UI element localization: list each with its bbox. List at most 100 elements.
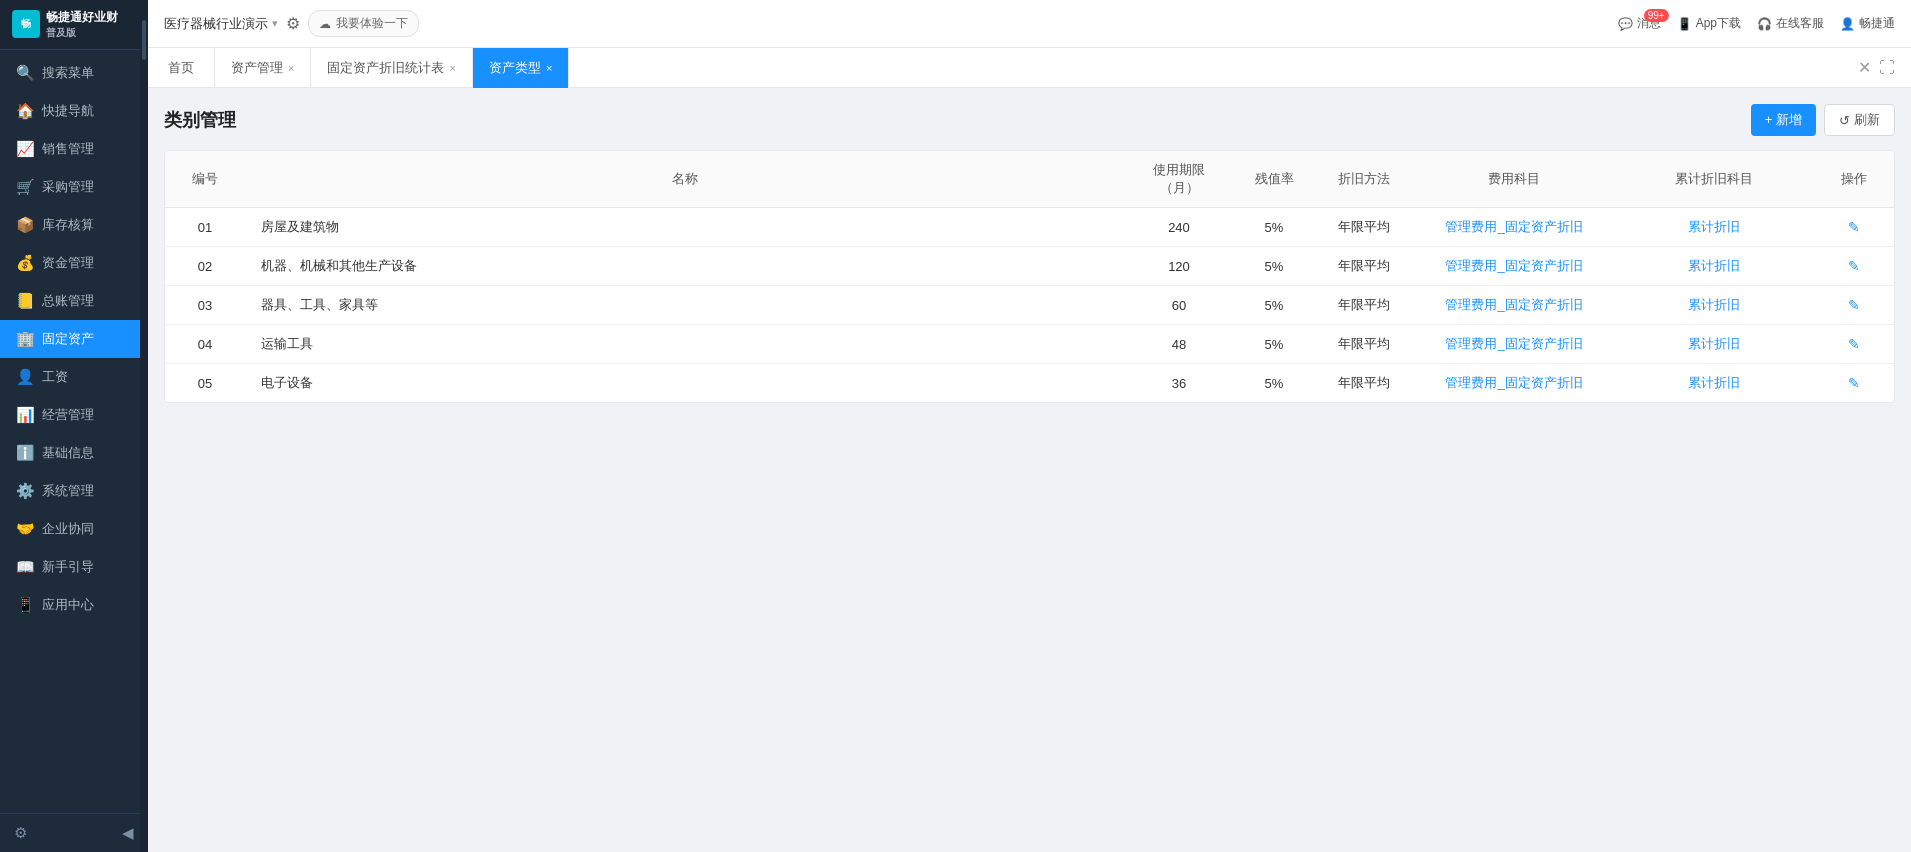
table-header-row: 编号 名称 使用期限（月） 残值率 折旧方法 费用科目 累计折旧科目 操作 [165,151,1894,208]
cell-num: 01 [165,208,245,247]
cell-fee-subject: 管理费用_固定资产折旧 [1414,286,1614,325]
cell-action: ✎ [1814,364,1894,403]
online-support-button[interactable]: 🎧 在线客服 [1757,15,1824,32]
tutorial-icon: 📖 [16,558,34,576]
sidebar-item-enterprise[interactable]: 🤝 企业协同 [0,510,148,548]
sidebar-footer: ⚙ ◀ [0,813,148,852]
sidebar-item-app-center[interactable]: 📱 应用中心 [0,586,148,624]
sidebar-item-system[interactable]: ⚙️ 系统管理 [0,472,148,510]
message-badge: 99+ [1644,9,1669,22]
table-row: 01 房屋及建筑物 240 5% 年限平均 管理费用_固定资产折旧 累计折旧 ✎ [165,208,1894,247]
col-header-period: 使用期限（月） [1124,151,1234,208]
sidebar-item-label: 固定资产 [42,330,94,348]
cell-num: 04 [165,325,245,364]
module-settings-icon[interactable]: ⚙ [286,14,300,33]
settings-icon[interactable]: ⚙ [14,824,27,842]
page-actions: + 新增 ↺ 刷新 [1751,104,1895,136]
sidebar-item-ledger[interactable]: 📒 总账管理 [0,282,148,320]
cell-name: 电子设备 [245,364,1124,403]
edit-icon[interactable]: ✎ [1848,219,1860,235]
topbar-right: 💬 消息 99+ 📱 App下载 🎧 在线客服 👤 畅捷通 [1618,15,1895,32]
app-name: 畅捷通好业财 [46,10,118,26]
search-icon: 🔍 [16,64,34,82]
cell-fee-subject: 管理费用_固定资产折旧 [1414,325,1614,364]
tab-asset-mgmt-label: 资产管理 [231,59,283,77]
cell-num: 02 [165,247,245,286]
sidebar-item-fund[interactable]: 💰 资金管理 [0,244,148,282]
cell-residual: 5% [1234,325,1314,364]
sidebar-item-label: 系统管理 [42,482,94,500]
sidebar-item-label: 基础信息 [42,444,94,462]
message-button[interactable]: 💬 消息 99+ [1618,15,1661,32]
tab-depreciation-table[interactable]: 固定资产折旧统计表 × [311,48,472,88]
table-row: 03 器具、工具、家具等 60 5% 年限平均 管理费用_固定资产折旧 累计折旧… [165,286,1894,325]
inventory-icon: 📦 [16,216,34,234]
tab-home[interactable]: 首页 [148,48,215,88]
page-content: 类别管理 + 新增 ↺ 刷新 编号 名称 使用期限（月） 残值率 折旧方法 [148,88,1911,852]
col-header-residual: 残值率 [1234,151,1314,208]
sidebar-item-tutorial[interactable]: 📖 新手引导 [0,548,148,586]
sidebar-item-search[interactable]: 🔍 搜索菜单 [0,54,148,92]
tab-asset-type-close[interactable]: × [546,62,552,74]
cell-accum-subject: 累计折旧 [1614,208,1814,247]
module-name: 医疗器械行业演示 [164,15,268,33]
collapse-icon[interactable]: ◀ [122,824,134,842]
cell-period: 60 [1124,286,1234,325]
purchase-icon: 🛒 [16,178,34,196]
col-header-name: 名称 [245,151,1124,208]
sidebar-item-basic-info[interactable]: ℹ️ 基础信息 [0,434,148,472]
experience-button[interactable]: ☁ 我要体验一下 [308,10,419,37]
cell-name: 机器、机械和其他生产设备 [245,247,1124,286]
refresh-icon: ↺ [1839,113,1850,128]
tab-asset-type[interactable]: 资产类型 × [473,48,569,88]
app-center-icon: 📱 [16,596,34,614]
experience-label: 我要体验一下 [336,15,408,32]
enterprise-icon: 🤝 [16,520,34,538]
sidebar-item-label: 总账管理 [42,292,94,310]
tab-asset-mgmt[interactable]: 资产管理 × [215,48,311,88]
table-row: 04 运输工具 48 5% 年限平均 管理费用_固定资产折旧 累计折旧 ✎ [165,325,1894,364]
cloud-icon: ☁ [319,17,331,31]
col-header-num: 编号 [165,151,245,208]
new-button[interactable]: + 新增 [1751,104,1816,136]
minimize-icon[interactable]: ✕ [1858,58,1871,77]
cell-residual: 5% [1234,286,1314,325]
edit-icon[interactable]: ✎ [1848,297,1860,313]
refresh-label: 刷新 [1854,111,1880,129]
sidebar-item-sales[interactable]: 📈 销售管理 [0,130,148,168]
module-selector[interactable]: 医疗器械行业演示 ▾ [164,15,278,33]
maximize-icon[interactable]: ⛶ [1879,59,1895,77]
sidebar-item-fixed-assets[interactable]: 🏢 固定资产 [0,320,148,358]
tab-asset-mgmt-close[interactable]: × [288,62,294,74]
fund-icon: 💰 [16,254,34,272]
app-download-icon: 📱 [1677,17,1692,31]
tab-depreciation-close[interactable]: × [449,62,455,74]
edit-icon[interactable]: ✎ [1848,336,1860,352]
app-logo: 畅 畅捷通好业财 普及版 [0,0,148,50]
cell-method: 年限平均 [1314,208,1414,247]
system-icon: ⚙️ [16,482,34,500]
sidebar-item-operations[interactable]: 📊 经营管理 [0,396,148,434]
category-table: 编号 名称 使用期限（月） 残值率 折旧方法 费用科目 累计折旧科目 操作 01… [164,150,1895,403]
cell-method: 年限平均 [1314,364,1414,403]
tab-depreciation-table-label: 固定资产折旧统计表 [327,59,444,77]
sidebar-item-label: 经营管理 [42,406,94,424]
sidebar-item-payroll[interactable]: 👤 工资 [0,358,148,396]
edit-icon[interactable]: ✎ [1848,375,1860,391]
refresh-button[interactable]: ↺ 刷新 [1824,104,1895,136]
sidebar-item-label: 工资 [42,368,68,386]
cell-residual: 5% [1234,364,1314,403]
edit-icon[interactable]: ✎ [1848,258,1860,274]
app-download-button[interactable]: 📱 App下载 [1677,15,1741,32]
sidebar-item-quick-nav[interactable]: 🏠 快捷导航 [0,92,148,130]
sidebar-item-purchase[interactable]: 🛒 采购管理 [0,168,148,206]
message-icon: 💬 [1618,17,1633,31]
cell-accum-subject: 累计折旧 [1614,325,1814,364]
user-button[interactable]: 👤 畅捷通 [1840,15,1895,32]
col-header-fee: 费用科目 [1414,151,1614,208]
cell-action: ✎ [1814,325,1894,364]
chevron-down-icon: ▾ [272,17,278,30]
sidebar-item-inventory[interactable]: 📦 库存核算 [0,206,148,244]
cell-action: ✎ [1814,208,1894,247]
cell-fee-subject: 管理费用_固定资产折旧 [1414,247,1614,286]
